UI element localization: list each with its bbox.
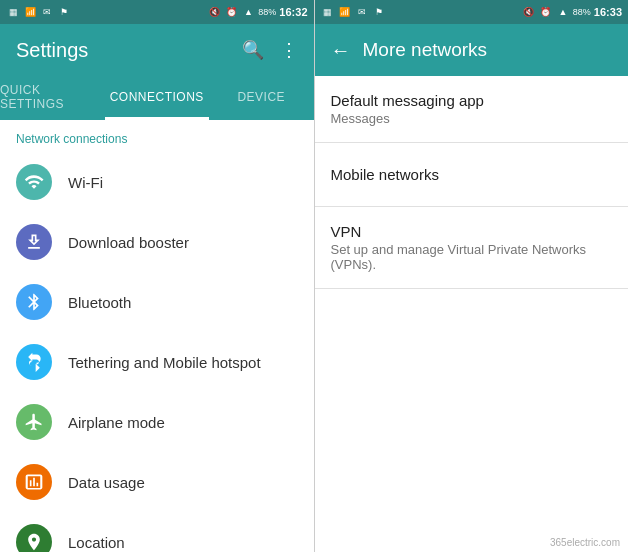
misc-icon: ⚑ [57, 5, 71, 19]
menu-item-vpn[interactable]: VPN Set up and manage Virtual Private Ne… [315, 207, 629, 289]
more-button[interactable]: ⋮ [280, 39, 298, 61]
data-icon [16, 464, 52, 500]
settings-item-wifi[interactable]: Wi-Fi [0, 152, 314, 212]
back-button[interactable]: ← [331, 39, 351, 62]
bluetooth-label: Bluetooth [68, 294, 131, 311]
location-icon [16, 524, 52, 552]
time-left: 16:32 [279, 6, 307, 18]
signal-icon: 📶 [23, 5, 37, 19]
mute-icon-r: 🔇 [522, 5, 536, 19]
settings-item-airplane[interactable]: Airplane mode [0, 392, 314, 452]
status-bar-icons-right-left: ▦ 📶 ✉ ⚑ [321, 5, 386, 19]
tethering-label: Tethering and Mobile hotspot [68, 354, 261, 371]
tab-device[interactable]: DEVICE [209, 76, 314, 120]
settings-list: Wi-Fi Download booster Bluetooth Tetheri… [0, 152, 314, 552]
airplane-icon [16, 404, 52, 440]
battery-left: 88% [258, 7, 276, 17]
tethering-icon [16, 344, 52, 380]
alarm-icon: ⏰ [224, 5, 238, 19]
download-icon [16, 224, 52, 260]
settings-item-tethering[interactable]: Tethering and Mobile hotspot [0, 332, 314, 392]
right-title: More networks [363, 39, 488, 61]
network-icon-r: ▲ [556, 5, 570, 19]
settings-item-download[interactable]: Download booster [0, 212, 314, 272]
left-panel: ▦ 📶 ✉ ⚑ 🔇 ⏰ ▲ 88% 16:32 Settings 🔍 ⋮ QUI… [0, 0, 314, 552]
download-label: Download booster [68, 234, 189, 251]
time-right: 16:33 [594, 6, 622, 18]
section-header: Network connections [0, 120, 314, 152]
bluetooth-icon [16, 284, 52, 320]
default-messaging-title: Default messaging app [331, 92, 613, 109]
notification-icon: ▦ [6, 5, 20, 19]
settings-item-location[interactable]: Location [0, 512, 314, 552]
wifi-label: Wi-Fi [68, 174, 103, 191]
mobile-networks-title: Mobile networks [331, 166, 613, 183]
airplane-label: Airplane mode [68, 414, 165, 431]
mail-icon: ✉ [40, 5, 54, 19]
settings-item-bluetooth[interactable]: Bluetooth [0, 272, 314, 332]
search-button[interactable]: 🔍 [242, 39, 264, 61]
misc-icon-r: ⚑ [372, 5, 386, 19]
menu-item-mobile-networks[interactable]: Mobile networks [315, 143, 629, 207]
app-bar-left: Settings 🔍 ⋮ [0, 24, 314, 76]
status-bar-right: 🔇 ⏰ ▲ 88% 16:32 [207, 5, 307, 19]
location-label: Location [68, 534, 125, 551]
status-bar-icons-left: ▦ 📶 ✉ ⚑ [6, 5, 71, 19]
notification-icon-r: ▦ [321, 5, 335, 19]
status-bar-icons-right-right: 🔇 ⏰ ▲ 88% 16:33 [522, 5, 622, 19]
right-menu: Default messaging app Messages Mobile ne… [315, 76, 629, 552]
vpn-subtitle: Set up and manage Virtual Private Networ… [331, 242, 613, 272]
tabs-bar: QUICK SETTINGS CONNECTIONS DEVICE [0, 76, 314, 120]
vpn-title: VPN [331, 223, 613, 240]
battery-right: 88% [573, 7, 591, 17]
wifi-icon [16, 164, 52, 200]
status-bar-left: ▦ 📶 ✉ ⚑ 🔇 ⏰ ▲ 88% 16:32 [0, 0, 314, 24]
app-title: Settings [16, 39, 88, 62]
settings-item-data[interactable]: Data usage [0, 452, 314, 512]
data-label: Data usage [68, 474, 145, 491]
app-bar-right: ← More networks [315, 24, 629, 76]
right-panel: ▦ 📶 ✉ ⚑ 🔇 ⏰ ▲ 88% 16:33 ← More networks … [315, 0, 629, 552]
tab-connections[interactable]: CONNECTIONS [105, 76, 210, 120]
mute-icon: 🔇 [207, 5, 221, 19]
menu-item-default-messaging[interactable]: Default messaging app Messages [315, 76, 629, 143]
network-icon: ▲ [241, 5, 255, 19]
tab-quick-settings[interactable]: QUICK SETTINGS [0, 76, 105, 120]
status-bar-right: ▦ 📶 ✉ ⚑ 🔇 ⏰ ▲ 88% 16:33 [315, 0, 629, 24]
default-messaging-subtitle: Messages [331, 111, 613, 126]
signal-icon-r: 📶 [338, 5, 352, 19]
alarm-icon-r: ⏰ [539, 5, 553, 19]
app-bar-icons: 🔍 ⋮ [242, 39, 298, 61]
mail-icon-r: ✉ [355, 5, 369, 19]
